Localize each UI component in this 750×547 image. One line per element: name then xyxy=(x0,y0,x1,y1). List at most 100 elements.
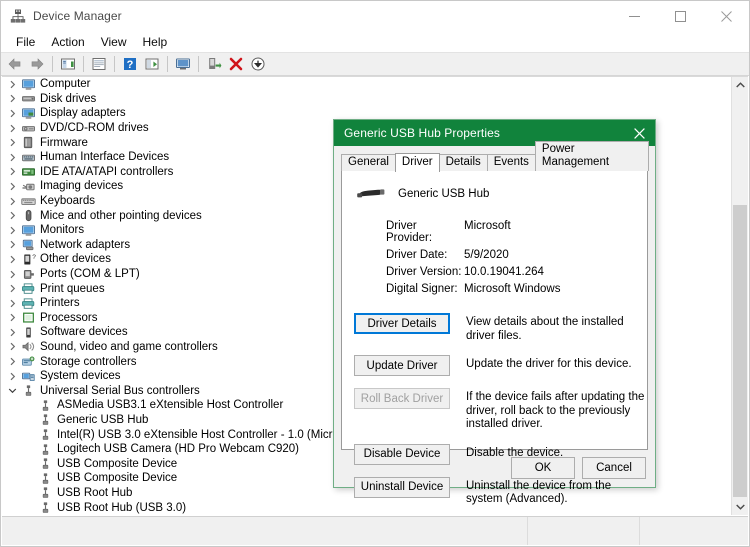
chevron-right-icon[interactable] xyxy=(4,311,20,325)
tab-driver[interactable]: Driver xyxy=(395,153,440,172)
tab-events[interactable]: Events xyxy=(487,154,536,171)
title-bar: Device Manager xyxy=(1,1,749,32)
driver-info-table: Driver Provider: Microsoft Driver Date: … xyxy=(386,217,561,297)
table-row: Driver Version: 10.0.19041.264 xyxy=(386,263,561,280)
scroll-down-icon[interactable] xyxy=(732,498,748,515)
digital-signer-value: Microsoft Windows xyxy=(464,280,561,297)
chevron-right-icon[interactable] xyxy=(4,150,20,164)
chevron-right-icon[interactable] xyxy=(4,223,20,237)
usb-device-icon xyxy=(37,457,53,471)
chevron-right-icon[interactable] xyxy=(4,238,20,252)
table-row: Digital Signer: Microsoft Windows xyxy=(386,280,561,297)
chevron-right-icon[interactable] xyxy=(4,121,20,135)
update-driver-icon[interactable] xyxy=(141,53,163,75)
menu-help[interactable]: Help xyxy=(135,32,176,52)
chevron-right-icon[interactable] xyxy=(4,267,20,281)
scrollbar-thumb[interactable] xyxy=(733,205,747,497)
usb-device-icon xyxy=(37,471,53,485)
system-device-icon xyxy=(20,369,36,383)
menu-view[interactable]: View xyxy=(93,32,135,52)
tree-item-label: Disk drives xyxy=(40,92,96,106)
update-driver-button[interactable]: Update Driver xyxy=(354,355,450,376)
status-pane-2 xyxy=(528,517,640,545)
disable-device-icon[interactable] xyxy=(247,53,269,75)
chevron-right-icon[interactable] xyxy=(4,106,20,120)
keyboard-icon xyxy=(20,194,36,208)
forward-icon[interactable] xyxy=(26,53,48,75)
scroll-up-icon[interactable] xyxy=(732,77,748,94)
tree-vertical-scrollbar[interactable] xyxy=(731,77,748,515)
close-button[interactable] xyxy=(703,1,749,31)
svg-text:?: ? xyxy=(127,59,134,71)
roll-back-driver-button: Roll Back Driver xyxy=(354,388,450,409)
maximize-button[interactable] xyxy=(657,1,703,31)
usb-controller-icon xyxy=(20,384,36,398)
chevron-right-icon[interactable] xyxy=(4,369,20,383)
show-hide-console-tree-icon[interactable] xyxy=(57,53,79,75)
properties-icon[interactable] xyxy=(88,53,110,75)
tree-item-label: Processors xyxy=(40,311,98,325)
chevron-down-icon[interactable] xyxy=(4,384,20,398)
tree-item-label: Print queues xyxy=(40,282,105,296)
storage-controller-icon xyxy=(20,355,36,369)
enable-device-icon[interactable] xyxy=(203,53,225,75)
tree-item-disk-drives[interactable]: Disk drives xyxy=(2,92,731,107)
dialog-title: Generic USB Hub Properties xyxy=(344,126,500,140)
tree-item-label: Imaging devices xyxy=(40,179,123,193)
dvd-drive-icon xyxy=(20,121,36,135)
tree-item-label: USB Composite Device xyxy=(57,457,177,471)
chevron-right-icon[interactable] xyxy=(4,340,20,354)
ok-button[interactable]: OK xyxy=(511,457,575,479)
tab-power-management[interactable]: Power Management xyxy=(535,141,649,171)
cancel-button[interactable]: Cancel xyxy=(582,457,646,479)
tab-label: Details xyxy=(446,156,481,168)
uninstall-device-button[interactable]: Uninstall Device xyxy=(354,477,450,498)
usb-device-icon xyxy=(37,486,53,500)
menu-file[interactable]: File xyxy=(8,32,43,52)
chevron-right-icon[interactable] xyxy=(4,282,20,296)
minimize-button[interactable] xyxy=(611,1,657,31)
chevron-right-icon[interactable] xyxy=(4,92,20,106)
back-icon[interactable] xyxy=(4,53,26,75)
chevron-right-icon[interactable] xyxy=(4,165,20,179)
tree-item-label: Other devices xyxy=(40,252,111,266)
chevron-right-icon[interactable] xyxy=(4,209,20,223)
tab-details[interactable]: Details xyxy=(439,154,488,171)
help-icon[interactable]: ? xyxy=(119,53,141,75)
disk-drive-icon xyxy=(20,92,36,106)
chevron-right-icon[interactable] xyxy=(4,77,20,91)
tree-item-label: USB Composite Device xyxy=(57,471,177,485)
tree-item-label: USB Root Hub xyxy=(57,486,132,500)
window-controls xyxy=(611,1,749,31)
chevron-right-icon[interactable] xyxy=(4,296,20,310)
tree-item-label: Universal Serial Bus controllers xyxy=(40,384,200,398)
uninstall-device-icon[interactable] xyxy=(225,53,247,75)
tab-label: Power Management xyxy=(542,143,609,168)
tab-general[interactable]: General xyxy=(341,154,396,171)
chevron-right-icon[interactable] xyxy=(4,179,20,193)
driver-version-label: Driver Version: xyxy=(386,263,464,280)
action-row: Update Driver Update the driver for this … xyxy=(354,355,647,376)
svg-text:?: ? xyxy=(32,254,36,261)
menu-bar: File Action View Help xyxy=(1,32,749,52)
chevron-right-icon[interactable] xyxy=(4,136,20,150)
menu-action[interactable]: Action xyxy=(43,32,92,52)
disable-device-button[interactable]: Disable Device xyxy=(354,444,450,465)
chevron-right-icon[interactable] xyxy=(4,194,20,208)
usb-device-icon xyxy=(37,442,53,456)
dialog-body: GeneralDriver Details Events Power Manageme… xyxy=(334,146,655,487)
device-header: Generic USB Hub xyxy=(356,183,647,205)
tree-item-label: Display adapters xyxy=(40,106,126,120)
chevron-right-icon[interactable] xyxy=(4,325,20,339)
ide-controller-icon xyxy=(20,165,36,179)
action-description: View details about the installed driver … xyxy=(466,313,647,343)
chevron-right-icon[interactable] xyxy=(4,355,20,369)
tree-item-computer[interactable]: Computer xyxy=(2,77,731,92)
driver-details-button[interactable]: Driver Details xyxy=(354,313,450,334)
chevron-right-icon[interactable] xyxy=(4,252,20,266)
scan-hardware-changes-icon[interactable] xyxy=(172,53,194,75)
toolbar-separator xyxy=(83,56,84,72)
driver-provider-label: Driver Provider: xyxy=(386,217,464,246)
driver-tab-page: Generic USB Hub Driver Provider: Microso… xyxy=(341,170,648,450)
action-description: Update the driver for this device. xyxy=(466,355,632,372)
